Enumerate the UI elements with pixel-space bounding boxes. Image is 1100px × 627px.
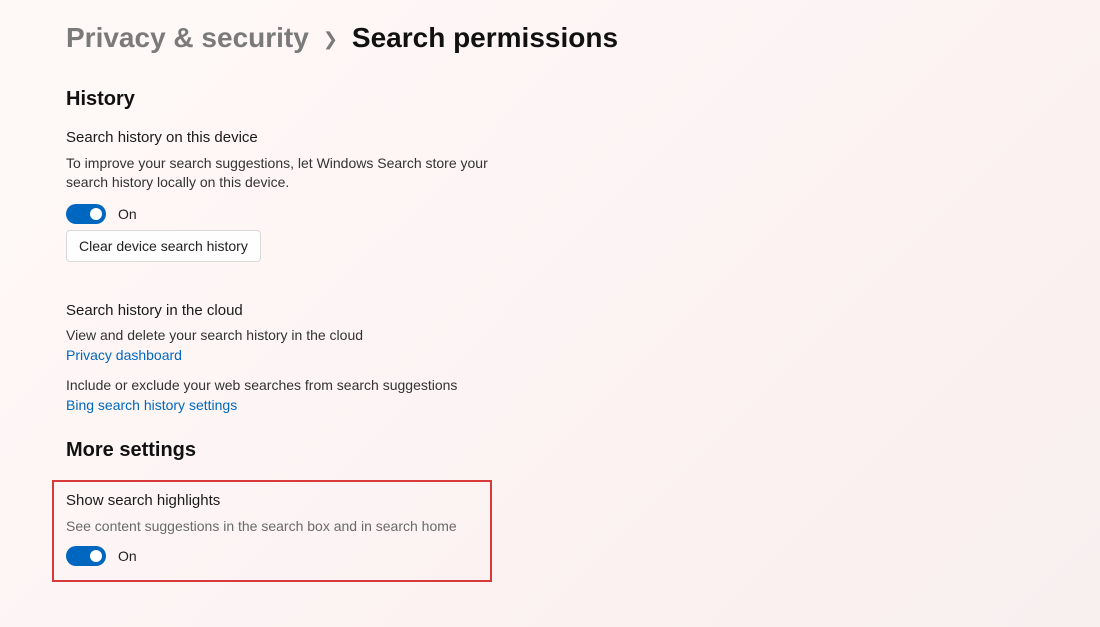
group-search-history-device: Search history on this device To improve… bbox=[66, 129, 1100, 280]
toggle-search-highlights[interactable] bbox=[66, 546, 106, 566]
group-title: Show search highlights bbox=[66, 492, 478, 509]
toggle-knob bbox=[90, 208, 102, 220]
section-heading-history: History bbox=[66, 88, 1100, 111]
breadcrumb: Privacy & security ❯ Search permissions bbox=[66, 22, 1100, 54]
section-heading-more: More settings bbox=[66, 439, 1100, 462]
clear-device-history-button[interactable]: Clear device search history bbox=[66, 230, 261, 262]
group-title: Search history in the cloud bbox=[66, 302, 1100, 319]
toggle-state-label: On bbox=[118, 206, 137, 222]
breadcrumb-parent[interactable]: Privacy & security bbox=[66, 22, 309, 54]
group-desc: View and delete your search history in t… bbox=[66, 327, 1100, 343]
group-title: Search history on this device bbox=[66, 129, 1100, 146]
privacy-dashboard-link[interactable]: Privacy dashboard bbox=[66, 347, 1100, 363]
group-search-history-cloud: Search history in the cloud View and del… bbox=[66, 302, 1100, 413]
highlighted-setting-box: Show search highlights See content sugge… bbox=[52, 480, 492, 582]
toggle-knob bbox=[90, 550, 102, 562]
bing-history-settings-link[interactable]: Bing search history settings bbox=[66, 397, 1100, 413]
toggle-state-label: On bbox=[118, 548, 137, 564]
group-desc: See content suggestions in the search bo… bbox=[66, 517, 478, 536]
chevron-right-icon: ❯ bbox=[323, 29, 338, 50]
include-exclude-text: Include or exclude your web searches fro… bbox=[66, 377, 1100, 393]
breadcrumb-current: Search permissions bbox=[352, 22, 618, 54]
toggle-search-history-device[interactable] bbox=[66, 204, 106, 224]
group-desc: To improve your search suggestions, let … bbox=[66, 154, 496, 192]
